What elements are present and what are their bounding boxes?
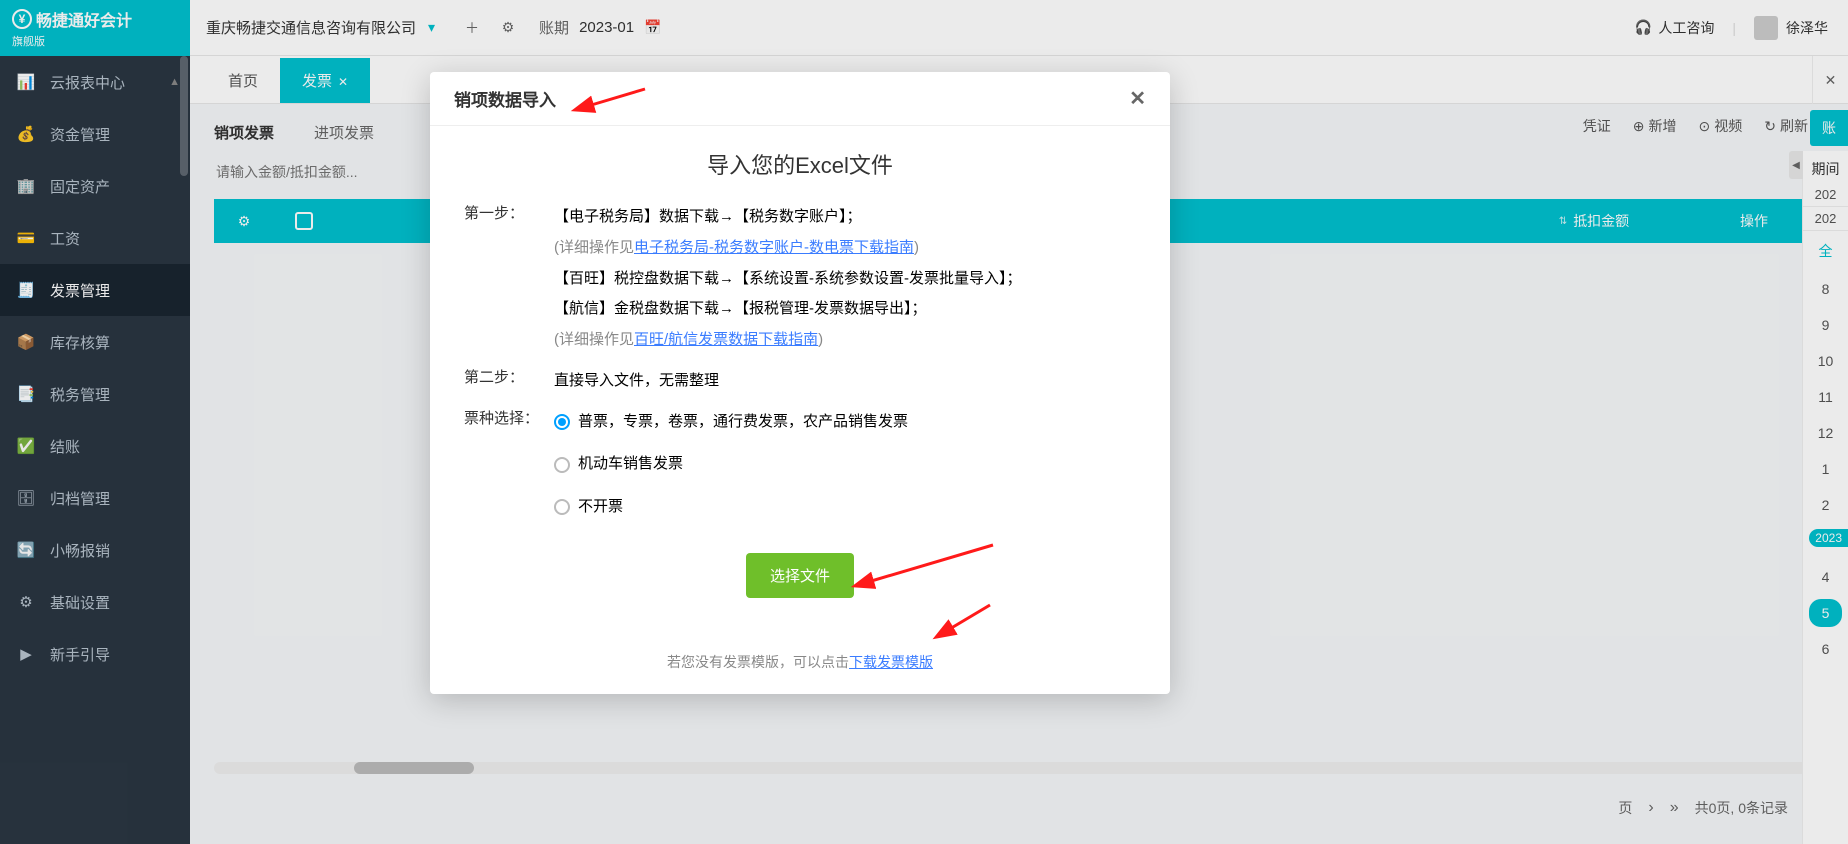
etax-guide-link[interactable]: 电子税务局-税务数字账户-数电票下载指南: [634, 239, 914, 256]
step2-text: 直接导入文件，无需整理: [554, 372, 719, 389]
radio-icon: [554, 499, 570, 515]
radio-option-vehicle[interactable]: 机动车销售发票: [554, 449, 1136, 480]
baiwang-guide-link[interactable]: 百旺/航信发票数据下载指南: [634, 331, 818, 348]
step1-line3: 【航信】金税盘数据下载→【报税管理-发票数据导出】；: [554, 294, 1136, 325]
step2-label: 第二步：: [464, 366, 554, 397]
radio-icon: [554, 414, 570, 430]
radio-icon: [554, 457, 570, 473]
radio-label: 普票，专票，卷票，通行费发票，农产品销售发票: [578, 407, 908, 438]
import-modal: 销项数据导入 ✕ 导入您的Excel文件 第一步： 【电子税务局】数据下载→【税…: [430, 72, 1170, 694]
modal-body: 导入您的Excel文件 第一步： 【电子税务局】数据下载→【税务数字账户】； (…: [430, 126, 1170, 638]
radio-label: 机动车销售发票: [578, 449, 683, 480]
modal-header: 销项数据导入 ✕: [430, 72, 1170, 126]
modal-title-text: 销项数据导入: [454, 86, 556, 111]
choose-file-button[interactable]: 选择文件: [746, 553, 854, 598]
step1-label: 第一步：: [464, 202, 554, 356]
invoice-kind-label: 票种选择：: [464, 407, 554, 535]
radio-label: 不开票: [578, 492, 623, 523]
step1-line1: 【电子税务局】数据下载→【税务数字账户】；: [554, 202, 1136, 233]
radio-option-none[interactable]: 不开票: [554, 492, 1136, 523]
modal-heading: 导入您的Excel文件: [464, 148, 1136, 180]
radio-option-general[interactable]: 普票，专票，卷票，通行费发票，农产品销售发票: [554, 407, 1136, 438]
modal-footer: 若您没有发票模版，可以点击下载发票模版: [430, 638, 1170, 694]
close-icon[interactable]: ✕: [1129, 86, 1146, 111]
step1-hint1: (详细操作见电子税务局-税务数字账户-数电票下载指南): [554, 233, 1136, 264]
step1-hint2: (详细操作见百旺/航信发票数据下载指南): [554, 325, 1136, 356]
download-template-link[interactable]: 下载发票模版: [849, 654, 933, 670]
step1-line2: 【百旺】税控盘数据下载→【系统设置-系统参数设置-发票批量导入】；: [554, 264, 1136, 295]
